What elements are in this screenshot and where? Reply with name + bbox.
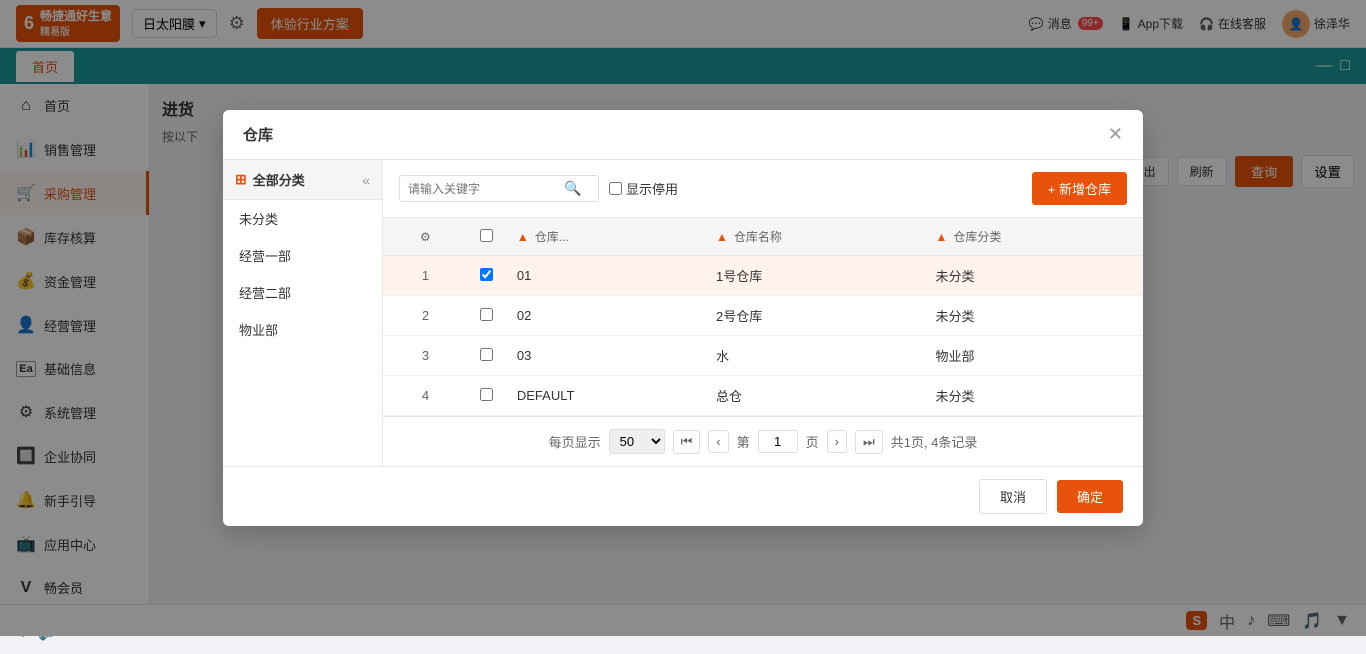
row-checkbox-cell xyxy=(468,296,505,336)
modal-pagination: 每页显示 50 10 20 100 ⏮ ‹ 第 页 › ⏭ 共1页, 4条记录 xyxy=(383,416,1143,466)
per-page-select[interactable]: 50 10 20 100 xyxy=(609,429,665,454)
row-num: 4 xyxy=(383,376,468,416)
th-gear: ⚙ xyxy=(383,218,468,256)
table-row[interactable]: 1 01 1号仓库 未分类 xyxy=(383,256,1143,296)
search-box: 🔍 xyxy=(399,175,599,202)
table-row[interactable]: 3 03 水 物业部 xyxy=(383,336,1143,376)
row-checkbox-cell xyxy=(468,376,505,416)
table-row[interactable]: 2 02 2号仓库 未分类 xyxy=(383,296,1143,336)
row-category: 未分类 xyxy=(923,256,1143,296)
row-name: 2号仓库 xyxy=(704,296,923,336)
modal-overlay[interactable]: 仓库 ✕ ⊞ 全部分类 « 未分类 经营一部 经营二部 物业部 xyxy=(0,0,1366,636)
modal-main: 🔍 显示停用 + 新增仓库 ⚙ xyxy=(383,160,1143,466)
page-number-input[interactable] xyxy=(758,430,798,453)
cancel-button[interactable]: 取消 xyxy=(979,479,1047,514)
row-name: 水 xyxy=(704,336,923,376)
warehouse-table: ⚙ ▲ 仓库... ▲ xyxy=(383,218,1143,416)
per-page-label: 每页显示 xyxy=(549,432,601,451)
row-num: 1 xyxy=(383,256,468,296)
modal-sidebar-header: ⊞ 全部分类 « xyxy=(223,160,382,200)
sidebar-category-unclassified[interactable]: 未分类 xyxy=(223,200,382,237)
th-code-label: 仓库... xyxy=(535,228,569,245)
row-code: 03 xyxy=(505,336,704,376)
sidebar-category-property[interactable]: 物业部 xyxy=(223,311,382,348)
total-info: 共1页, 4条记录 xyxy=(891,432,978,451)
page-unit: 页 xyxy=(806,432,819,451)
show-disabled-checkbox[interactable] xyxy=(609,182,622,195)
sort-icon-category: ▲ xyxy=(935,230,947,244)
row-checkbox[interactable] xyxy=(480,268,493,281)
row-num: 2 xyxy=(383,296,468,336)
modal-table: ⚙ ▲ 仓库... ▲ xyxy=(383,218,1143,416)
modal-header: 仓库 ✕ xyxy=(223,110,1143,160)
select-all-checkbox[interactable] xyxy=(480,229,493,242)
modal-sidebar: ⊞ 全部分类 « 未分类 经营一部 经营二部 物业部 xyxy=(223,160,383,466)
sidebar-category-operations1[interactable]: 经营一部 xyxy=(223,237,382,274)
sort-icon-name: ▲ xyxy=(716,230,728,244)
search-input[interactable] xyxy=(408,182,558,196)
row-code: 01 xyxy=(505,256,704,296)
modal-title: 仓库 xyxy=(243,124,273,145)
first-page-button[interactable]: ⏮ xyxy=(673,430,701,454)
th-name: ▲ 仓库名称 xyxy=(704,218,923,256)
table-header-row: ⚙ ▲ 仓库... ▲ xyxy=(383,218,1143,256)
grid-icon: ⊞ xyxy=(235,171,247,188)
all-categories[interactable]: ⊞ 全部分类 xyxy=(235,170,305,189)
row-checkbox[interactable] xyxy=(480,348,493,361)
row-code: DEFAULT xyxy=(505,376,704,416)
modal-close-button[interactable]: ✕ xyxy=(1108,124,1123,145)
confirm-button[interactable]: 确定 xyxy=(1057,480,1123,513)
next-page-button[interactable]: › xyxy=(827,430,847,453)
row-name: 1号仓库 xyxy=(704,256,923,296)
show-disabled-text: 显示停用 xyxy=(626,179,678,198)
row-code: 02 xyxy=(505,296,704,336)
show-disabled-label[interactable]: 显示停用 xyxy=(609,179,678,198)
modal-footer: 取消 确定 xyxy=(223,466,1143,526)
row-category: 未分类 xyxy=(923,296,1143,336)
search-icon[interactable]: 🔍 xyxy=(564,180,581,197)
row-category: 未分类 xyxy=(923,376,1143,416)
warehouse-modal: 仓库 ✕ ⊞ 全部分类 « 未分类 经营一部 经营二部 物业部 xyxy=(223,110,1143,526)
last-page-button[interactable]: ⏭ xyxy=(855,430,883,454)
th-category-label: 仓库分类 xyxy=(953,228,1001,245)
sort-icon-code: ▲ xyxy=(517,230,529,244)
row-checkbox[interactable] xyxy=(480,308,493,321)
th-name-label: 仓库名称 xyxy=(734,228,782,245)
add-warehouse-button[interactable]: + 新增仓库 xyxy=(1032,172,1127,205)
row-name: 总仓 xyxy=(704,376,923,416)
th-category: ▲ 仓库分类 xyxy=(923,218,1143,256)
sidebar-category-operations2[interactable]: 经营二部 xyxy=(223,274,382,311)
modal-toolbar: 🔍 显示停用 + 新增仓库 xyxy=(383,160,1143,218)
th-code: ▲ 仓库... xyxy=(505,218,704,256)
row-category: 物业部 xyxy=(923,336,1143,376)
row-checkbox-cell xyxy=(468,256,505,296)
modal-body: ⊞ 全部分类 « 未分类 经营一部 经营二部 物业部 🔍 xyxy=(223,160,1143,466)
table-body: 1 01 1号仓库 未分类 2 02 2号仓库 xyxy=(383,256,1143,416)
all-categories-label: 全部分类 xyxy=(253,170,305,189)
table-row[interactable]: 4 DEFAULT 总仓 未分类 xyxy=(383,376,1143,416)
row-num: 3 xyxy=(383,336,468,376)
row-checkbox-cell xyxy=(468,336,505,376)
collapse-button[interactable]: « xyxy=(362,172,370,188)
prev-page-button[interactable]: ‹ xyxy=(708,430,728,453)
page-label: 第 xyxy=(737,432,750,451)
th-checkbox xyxy=(468,218,505,256)
row-checkbox[interactable] xyxy=(480,388,493,401)
